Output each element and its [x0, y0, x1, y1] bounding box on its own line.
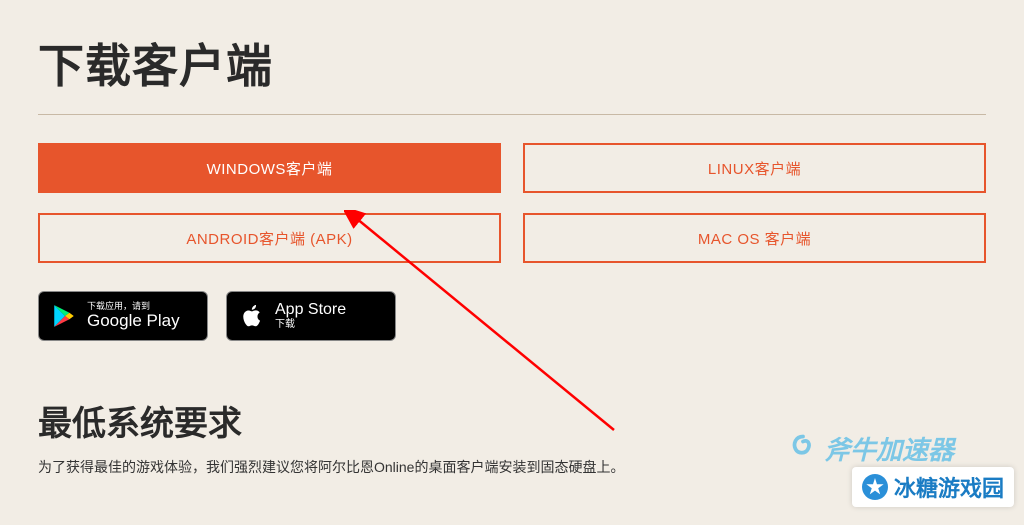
- button-label: LINUX客户端: [708, 158, 801, 179]
- badge-top-line: 下载应用，请到: [87, 301, 180, 311]
- badge-text: App Store 下载: [275, 301, 346, 331]
- watermark-label: 斧牛加速器: [824, 430, 954, 467]
- windows-download-button[interactable]: WINDOWS客户端: [38, 143, 501, 193]
- google-play-badge[interactable]: 下载应用，请到 Google Play: [38, 291, 208, 341]
- store-badges-row: 下载应用，请到 Google Play App Store 下载: [38, 291, 986, 341]
- button-label: MAC OS 客户端: [698, 228, 811, 249]
- divider: [38, 114, 986, 115]
- badge-text: 下载应用，请到 Google Play: [87, 301, 180, 331]
- app-store-badge[interactable]: App Store 下载: [226, 291, 396, 341]
- snowflake-icon: [862, 474, 888, 500]
- google-play-icon: [51, 303, 77, 329]
- page-title: 下载客户端: [38, 30, 986, 96]
- button-label: WINDOWS客户端: [207, 158, 333, 179]
- badge-sub-line: 下载: [275, 319, 346, 331]
- watermark-accelerator: 斧牛加速器: [788, 430, 954, 467]
- swirl-icon: [788, 434, 818, 464]
- download-buttons-grid: WINDOWS客户端 LINUX客户端 ANDROID客户端 (APK) MAC…: [38, 143, 986, 263]
- button-label: ANDROID客户端 (APK): [186, 228, 352, 249]
- android-download-button[interactable]: ANDROID客户端 (APK): [38, 213, 501, 263]
- linux-download-button[interactable]: LINUX客户端: [523, 143, 986, 193]
- badge-main-line: Google Play: [87, 311, 180, 331]
- watermark-gamepark: 冰糖游戏园: [852, 467, 1014, 507]
- badge-main-line: App Store: [275, 301, 346, 319]
- apple-icon: [239, 303, 265, 329]
- watermark-label: 冰糖游戏园: [894, 471, 1004, 503]
- macos-download-button[interactable]: MAC OS 客户端: [523, 213, 986, 263]
